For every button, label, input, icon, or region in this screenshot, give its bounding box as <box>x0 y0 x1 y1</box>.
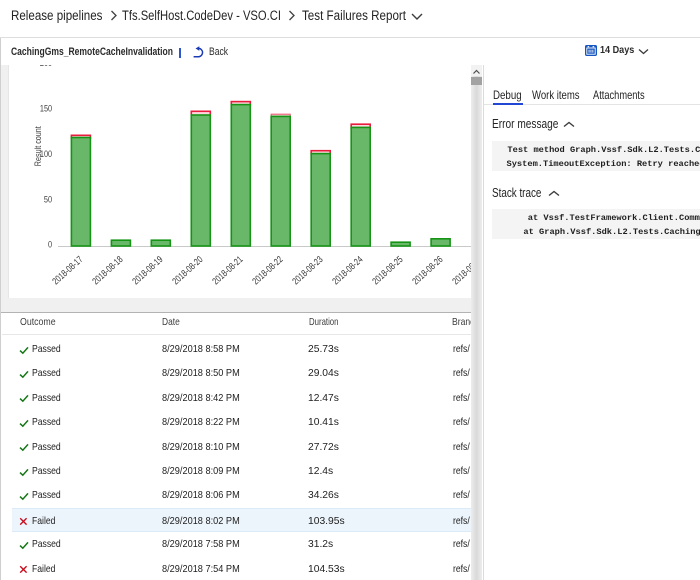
svg-text:2018-08-24: 2018-08-24 <box>331 254 366 287</box>
svg-text:Result count: Result count <box>33 126 44 166</box>
svg-text:2018-08-17: 2018-08-17 <box>51 254 86 287</box>
svg-text:200: 200 <box>40 65 52 69</box>
svg-text:0: 0 <box>48 239 52 250</box>
svg-text:2018-08-26: 2018-08-26 <box>411 254 446 287</box>
svg-text:2018-08-23: 2018-08-23 <box>291 254 326 287</box>
svg-text:2018-08-18: 2018-08-18 <box>91 254 126 287</box>
svg-text:2018-08-20: 2018-08-20 <box>171 254 206 287</box>
svg-text:50: 50 <box>44 194 52 205</box>
svg-text:150: 150 <box>40 103 52 114</box>
svg-text:2018-08-25: 2018-08-25 <box>371 254 406 287</box>
svg-text:2018-08-22: 2018-08-22 <box>251 254 286 287</box>
svg-text:2018-08-19: 2018-08-19 <box>131 254 166 287</box>
svg-text:2018-08-21: 2018-08-21 <box>211 254 246 287</box>
svg-text:2018-08-27: 2018-08-27 <box>451 254 471 287</box>
